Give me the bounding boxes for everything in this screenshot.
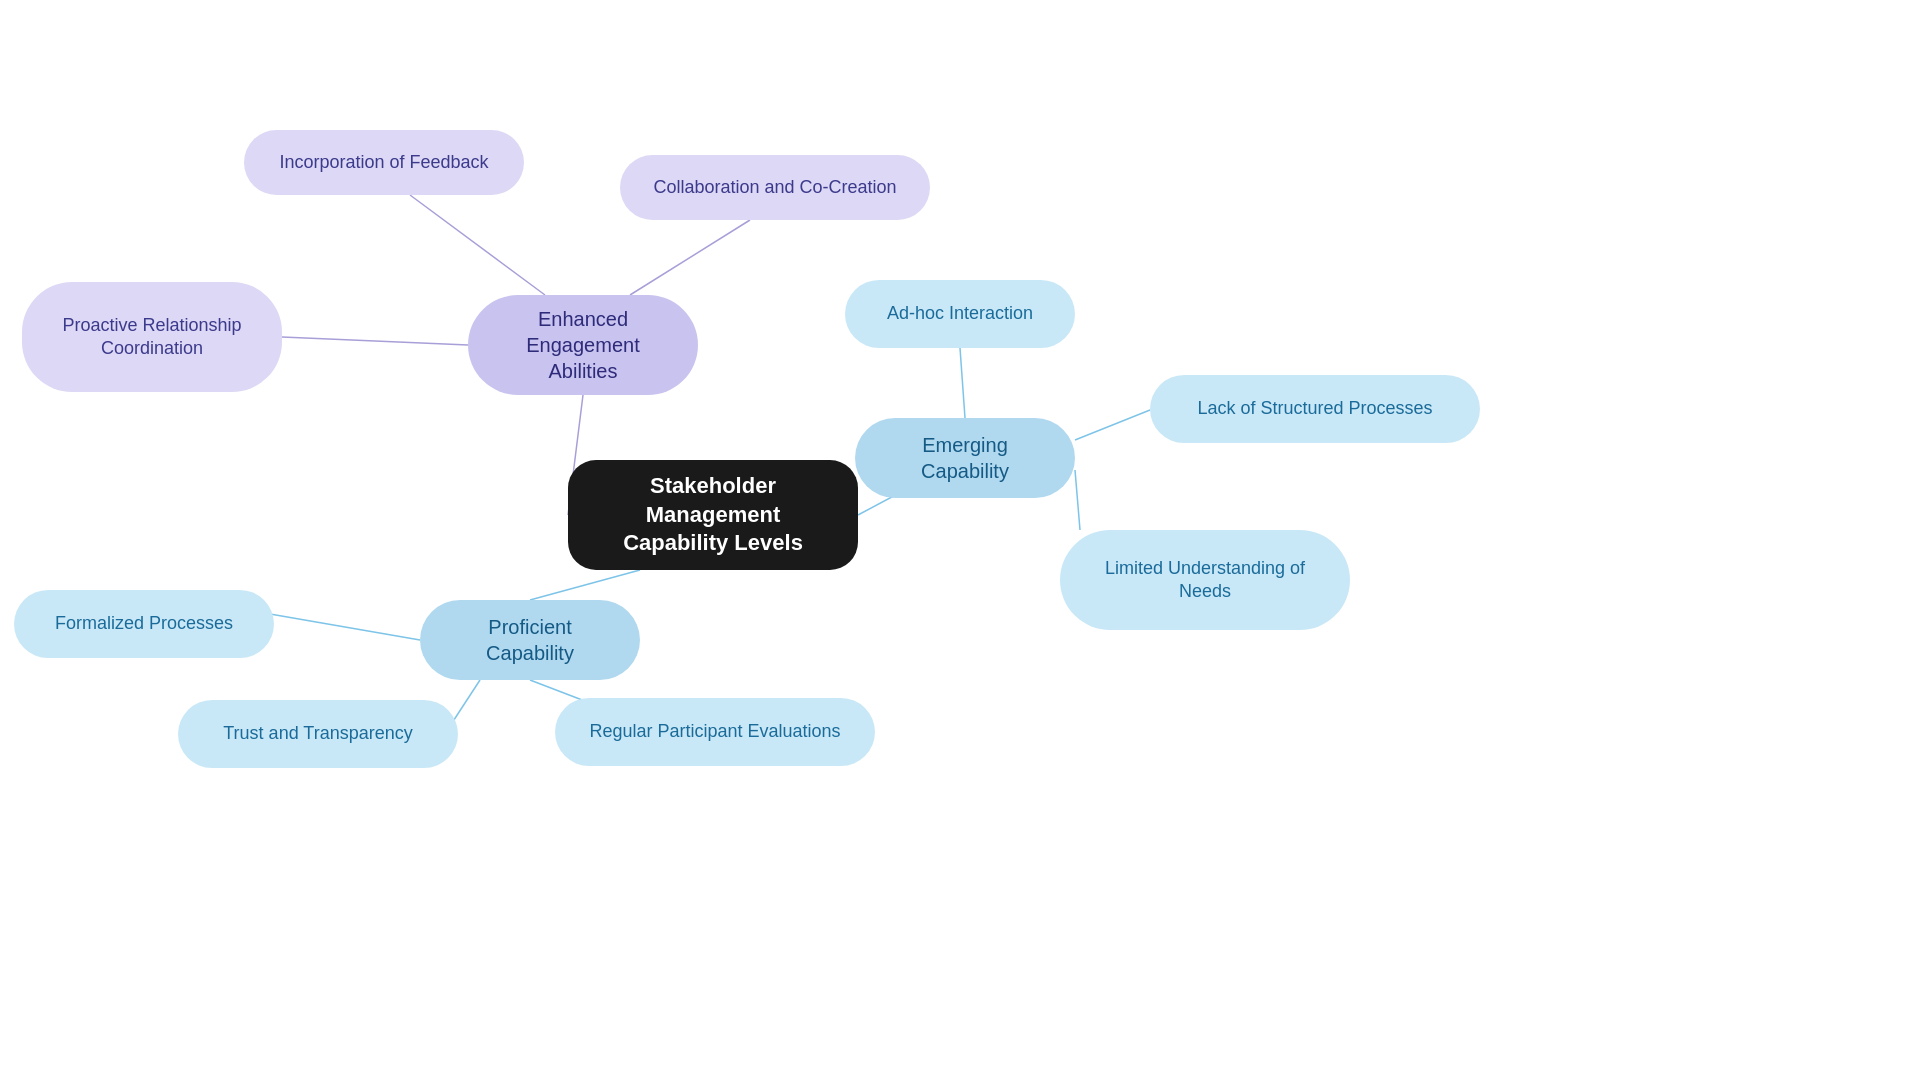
adhoc-node: Ad-hoc Interaction: [845, 280, 1075, 348]
limited-understanding-label: Limited Understanding of Needs: [1105, 557, 1305, 604]
regular-label: Regular Participant Evaluations: [589, 720, 840, 743]
trust-node: Trust and Transparency: [178, 700, 458, 768]
svg-line-7: [1075, 470, 1080, 530]
svg-line-6: [1075, 410, 1150, 440]
emerging-label: Emerging Capability: [883, 432, 1047, 484]
svg-line-5: [960, 348, 965, 418]
enhanced-node: Enhanced Engagement Abilities: [468, 295, 698, 395]
proficient-label: Proficient Capability: [448, 614, 612, 666]
proactive-label: Proactive Relationship Coordination: [62, 314, 241, 361]
lack-structured-node: Lack of Structured Processes: [1150, 375, 1480, 443]
svg-line-1: [410, 195, 545, 295]
incorporation-label: Incorporation of Feedback: [279, 151, 488, 174]
center-label: Stakeholder Management Capability Levels: [596, 472, 830, 558]
limited-understanding-node: Limited Understanding of Needs: [1060, 530, 1350, 630]
enhanced-label: Enhanced Engagement Abilities: [496, 306, 670, 384]
adhoc-label: Ad-hoc Interaction: [887, 302, 1033, 325]
incorporation-node: Incorporation of Feedback: [244, 130, 524, 195]
collaboration-label: Collaboration and Co-Creation: [653, 176, 896, 199]
formalized-node: Formalized Processes: [14, 590, 274, 658]
svg-line-3: [630, 220, 750, 295]
svg-line-9: [270, 614, 420, 640]
proactive-node: Proactive Relationship Coordination: [22, 282, 282, 392]
formalized-label: Formalized Processes: [55, 612, 233, 635]
collaboration-node: Collaboration and Co-Creation: [620, 155, 930, 220]
lack-structured-label: Lack of Structured Processes: [1197, 397, 1432, 420]
svg-line-8: [530, 570, 640, 600]
svg-line-2: [282, 337, 468, 345]
center-node: Stakeholder Management Capability Levels: [568, 460, 858, 570]
regular-node: Regular Participant Evaluations: [555, 698, 875, 766]
trust-label: Trust and Transparency: [223, 722, 412, 745]
proficient-node: Proficient Capability: [420, 600, 640, 680]
emerging-node: Emerging Capability: [855, 418, 1075, 498]
